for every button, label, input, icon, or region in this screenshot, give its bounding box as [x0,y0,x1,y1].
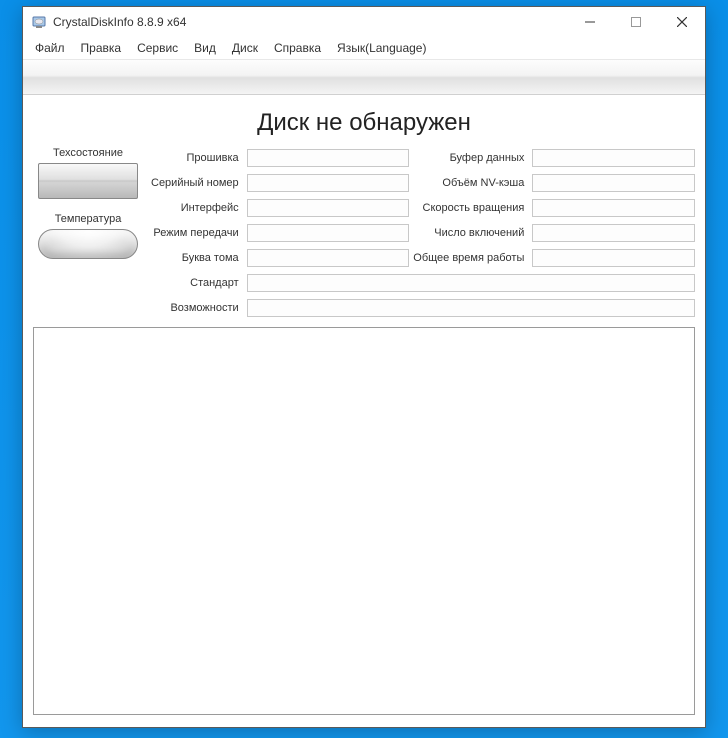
disk-not-found-heading: Диск не обнаружен [33,109,695,137]
toolbar [23,59,705,95]
rpm-label: Скорость вращения [413,202,528,214]
interface-label: Интерфейс [151,202,243,214]
window-title: CrystalDiskInfo 8.8.9 x64 [53,15,186,29]
serial-value [247,174,410,192]
hours-value [532,249,695,267]
nvcache-value [532,174,695,192]
menu-file[interactable]: Файл [29,39,71,57]
menu-help[interactable]: Справка [268,39,327,57]
content-area: Диск не обнаружен Техсостояние Температу… [23,95,705,727]
app-window: CrystalDiskInfo 8.8.9 x64 Файл Правка Се… [22,6,706,728]
transfer-label: Режим передачи [151,227,243,239]
health-status-indicator[interactable] [38,163,138,199]
menubar: Файл Правка Сервис Вид Диск Справка Язык… [23,37,705,59]
info-area: Техсостояние Температура Прошивка Буфер … [33,147,695,319]
hours-label: Общее время работы [413,252,528,264]
features-label: Возможности [151,302,243,314]
transfer-value [247,224,410,242]
temperature-indicator[interactable] [38,229,138,259]
window-controls [567,7,705,37]
fields-grid: Прошивка Буфер данных Серийный номер Объ… [151,147,695,319]
maximize-button[interactable] [613,7,659,37]
rpm-value [532,199,695,217]
powercount-label: Число включений [413,227,528,239]
nvcache-label: Объём NV-кэша [413,177,528,189]
smart-attributes-list[interactable] [33,327,695,715]
titlebar[interactable]: CrystalDiskInfo 8.8.9 x64 [23,7,705,37]
powercount-value [532,224,695,242]
standard-label: Стандарт [151,277,243,289]
menu-service[interactable]: Сервис [131,39,184,57]
menu-disk[interactable]: Диск [226,39,264,57]
temperature-label: Температура [55,213,122,225]
buffer-label: Буфер данных [413,152,528,164]
minimize-button[interactable] [567,7,613,37]
menu-view[interactable]: Вид [188,39,222,57]
drive-label: Буква тома [151,252,243,264]
features-value [247,299,695,317]
health-status-label: Техсостояние [53,147,123,159]
interface-value [247,199,410,217]
firmware-label: Прошивка [151,152,243,164]
standard-value [247,274,695,292]
serial-label: Серийный номер [151,177,243,189]
menu-language[interactable]: Язык(Language) [331,39,432,57]
app-icon [31,14,47,30]
buffer-value [532,149,695,167]
firmware-value [247,149,410,167]
menu-edit[interactable]: Правка [75,39,128,57]
status-column: Техсостояние Температура [33,147,143,319]
close-button[interactable] [659,7,705,37]
drive-value [247,249,410,267]
